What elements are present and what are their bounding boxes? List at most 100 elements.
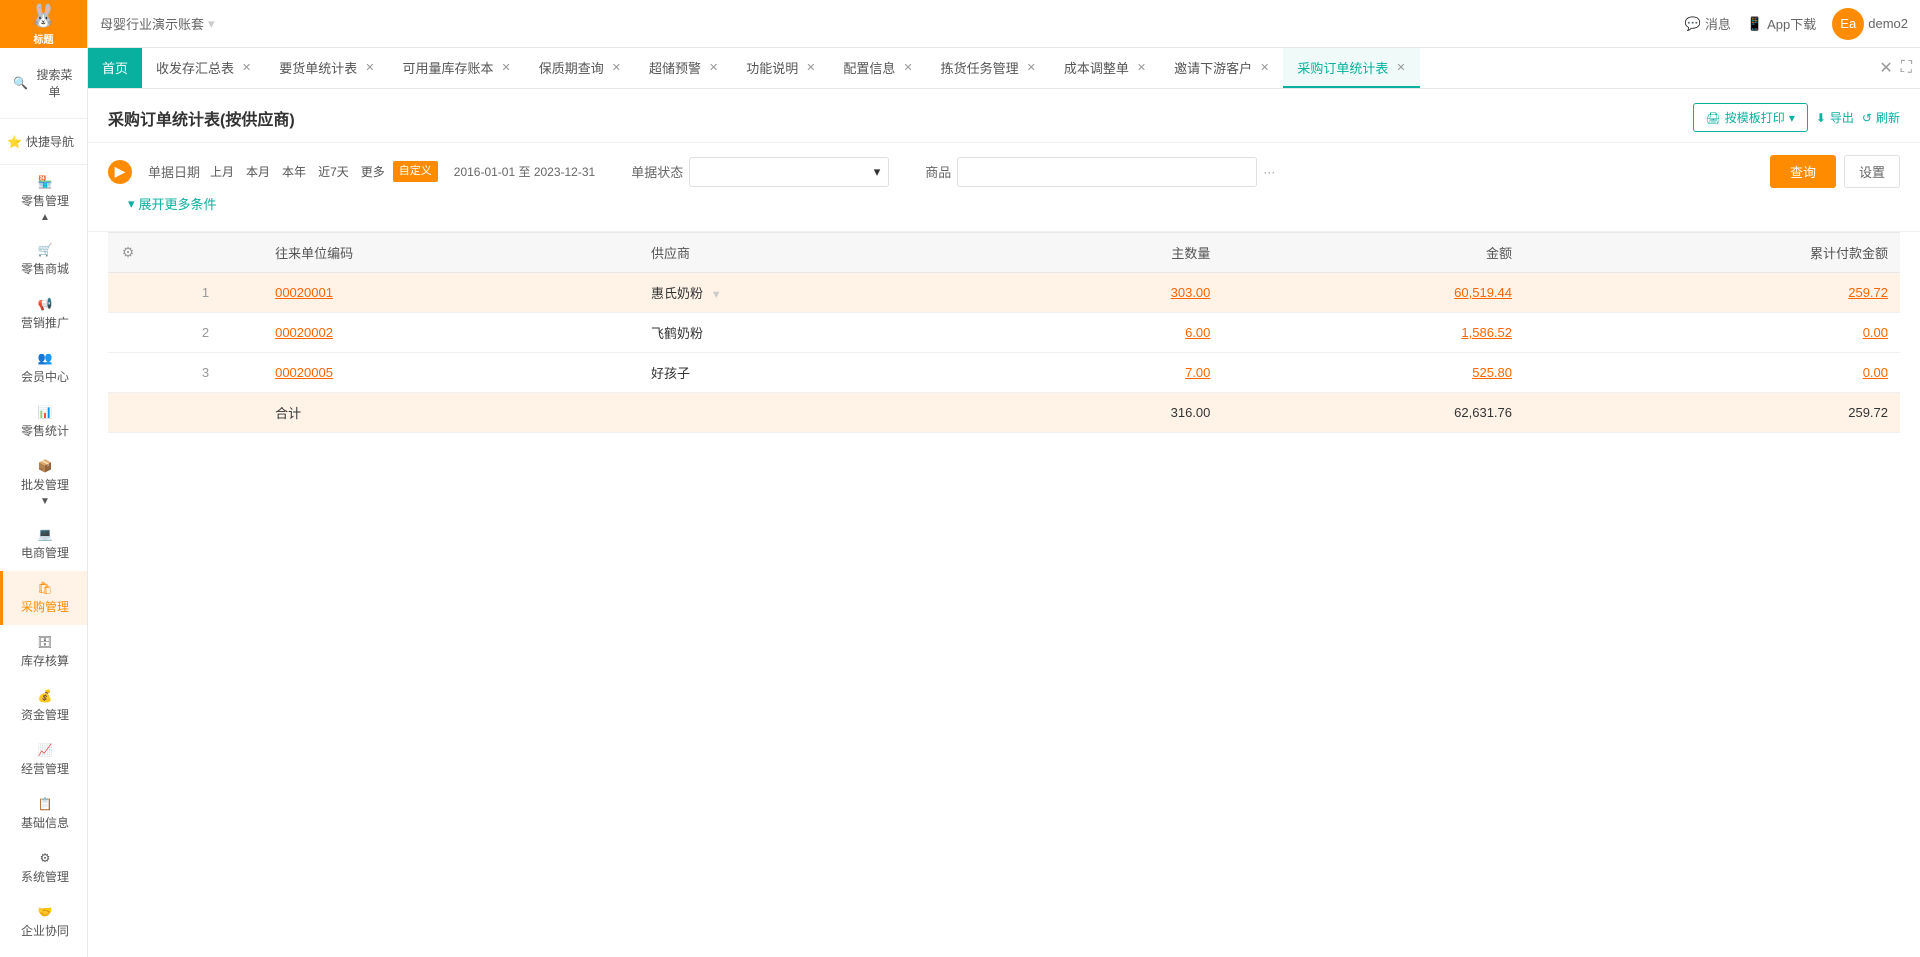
amount-link[interactable]: 1,586.52 xyxy=(1461,325,1512,340)
tab-close-icon[interactable]: ✕ xyxy=(806,61,815,74)
sidebar-item-retail-mgmt[interactable]: 🏪 零售管理 ▲ xyxy=(0,165,87,233)
sidebar-item-basic-info[interactable]: 📋 基础信息 xyxy=(0,787,87,841)
goods-input[interactable] xyxy=(957,157,1257,187)
row-index: 3 xyxy=(148,353,263,393)
sidebar-item-operations[interactable]: 📈 经营管理 xyxy=(0,733,87,787)
tab-close-icon[interactable]: ✕ xyxy=(502,61,511,74)
paid-amount-link[interactable]: 259.72 xyxy=(1848,285,1888,300)
breadcrumb: 母婴行业演示账套 ▾ xyxy=(100,14,215,33)
message-icon: 💬 xyxy=(1685,16,1701,32)
sidebar-item-wholesale[interactable]: 📦 批发管理 ▼ xyxy=(0,449,87,517)
tab-close-all-btn[interactable]: ✕ xyxy=(1879,58,1892,78)
sidebar-item-marketing[interactable]: 📢 营销推广 xyxy=(0,287,87,341)
sidebar-item-members[interactable]: 👥 会员中心 xyxy=(0,341,87,395)
tab-invite-downstream[interactable]: 邀请下游客户 ✕ xyxy=(1160,48,1283,88)
tab-home[interactable]: 首页 xyxy=(88,48,142,88)
app-download-btn[interactable]: 📱 App下载 xyxy=(1747,14,1816,33)
filter-expand-btn[interactable]: ▾ 展开更多条件 xyxy=(108,188,1900,219)
main-qty-link[interactable]: 303.00 xyxy=(1171,285,1211,300)
paid-amount-cell: 0.00 xyxy=(1524,353,1900,393)
sidebar-item-finance[interactable]: 💰 资金管理 xyxy=(0,679,87,733)
sidebar-item-inventory[interactable]: 🗄 库存核算 xyxy=(0,625,87,679)
settings-button[interactable]: 设置 xyxy=(1844,155,1900,188)
select-arrow-icon: ▾ xyxy=(874,164,881,180)
date-btn-more[interactable]: 更多 xyxy=(357,161,389,182)
table-row: 3 00020005 好孩子 7.00 525.80 xyxy=(108,353,1900,393)
date-btn-last-month[interactable]: 上月 xyxy=(206,161,238,182)
sidebar-item-search[interactable]: 🔍 搜索菜单 xyxy=(6,56,81,110)
tab-function-desc[interactable]: 功能说明 ✕ xyxy=(732,48,829,88)
status-select[interactable]: ▾ xyxy=(689,157,889,187)
row-expand-icon: ▼ xyxy=(711,289,722,301)
tab-close-icon[interactable]: ✕ xyxy=(1027,61,1036,74)
filter-toggle-btn[interactable]: ▶ xyxy=(108,160,132,184)
sidebar-item-purchase[interactable]: 🛍 采购管理 xyxy=(0,571,87,625)
table-body: 1 00020001 惠氏奶粉 ▼ 303.00 xyxy=(108,273,1900,393)
sidebar-quicknav-label: 快捷导航 xyxy=(26,133,74,150)
topbar: 母婴行业演示账套 ▾ 💬 消息 📱 App下载 Ea demo2 xyxy=(88,0,1920,48)
tab-expiry-query[interactable]: 保质期查询 ✕ xyxy=(525,48,635,88)
print-button[interactable]: 🖨 按模板打印 ▾ xyxy=(1693,103,1808,132)
supplier-code-link[interactable]: 00020005 xyxy=(275,365,333,380)
download-icon: 📱 xyxy=(1747,16,1763,32)
sidebar-item-system[interactable]: ⚙ 系统管理 xyxy=(0,841,87,895)
amount-cell: 60,519.44 xyxy=(1222,273,1524,313)
col-index xyxy=(148,233,263,273)
date-btn-this-month[interactable]: 本月 xyxy=(242,161,274,182)
message-btn[interactable]: 💬 消息 xyxy=(1685,14,1731,33)
tab-overstock-warning[interactable]: 超储预警 ✕ xyxy=(635,48,732,88)
tab-close-active-icon[interactable]: ✕ xyxy=(1396,61,1405,74)
tab-config-info[interactable]: 配置信息 ✕ xyxy=(829,48,926,88)
paid-amount-link[interactable]: 0.00 xyxy=(1863,365,1888,380)
sidebar-item-retail-stats[interactable]: 📊 零售统计 xyxy=(0,395,87,449)
supplier-code-link[interactable]: 00020001 xyxy=(275,285,333,300)
tab-close-icon[interactable]: ✕ xyxy=(242,61,251,74)
date-range-display: 2016-01-01 至 2023-12-31 xyxy=(454,163,595,180)
tab-close-icon[interactable]: ✕ xyxy=(365,61,374,74)
more-options-icon[interactable]: ··· xyxy=(1263,165,1275,179)
date-btn-this-year[interactable]: 本年 xyxy=(278,161,310,182)
main-qty-link[interactable]: 7.00 xyxy=(1185,365,1210,380)
col-supplier-name: 供应商 xyxy=(639,233,987,273)
tab-order-stats[interactable]: 要货单统计表 ✕ xyxy=(265,48,388,88)
table-row: 2 00020002 飞鹤奶粉 6.00 1,586.52 xyxy=(108,313,1900,353)
amount-link[interactable]: 525.80 xyxy=(1472,365,1512,380)
tab-close-icon[interactable]: ✕ xyxy=(903,61,912,74)
column-settings-icon[interactable]: ⚙ xyxy=(122,244,135,260)
supplier-code-link[interactable]: 00020002 xyxy=(275,325,333,340)
sidebar-item-collab[interactable]: 🤝 企业协同 xyxy=(0,895,87,949)
arrow-icon: ▲ xyxy=(40,212,50,223)
search-button[interactable]: 查询 xyxy=(1770,155,1836,188)
col-supplier-code: 往来单位编码 xyxy=(263,233,639,273)
row-checkbox-cell xyxy=(108,273,148,313)
filter-date-item: 单据日期 上月 本月 本年 近7天 更多 自定义 xyxy=(148,161,438,182)
sidebar-item-ecommerce[interactable]: 💻 电商管理 xyxy=(0,517,87,571)
main-qty-cell: 303.00 xyxy=(987,273,1222,313)
refresh-button[interactable]: ↺ 刷新 xyxy=(1862,109,1900,126)
tab-maximize-btn[interactable]: ⛶ xyxy=(1901,59,1912,77)
tab-close-icon[interactable]: ✕ xyxy=(1260,61,1269,74)
date-preset-btns: 上月 本月 本年 近7天 更多 自定义 xyxy=(206,161,438,182)
date-btn-7days[interactable]: 近7天 xyxy=(314,161,353,182)
basic-info-icon: 📋 xyxy=(38,797,53,811)
page-inner: 采购订单统计表(按供应商) 🖨 按模板打印 ▾ ⬇ 导出 ↺ 刷新 xyxy=(88,89,1920,957)
col-settings[interactable]: ⚙ xyxy=(108,233,148,273)
tab-available-stock[interactable]: 可用量库存账本 ✕ xyxy=(388,48,524,88)
paid-amount-link[interactable]: 0.00 xyxy=(1863,325,1888,340)
sidebar-item-quicknav[interactable]: ⭐ 快捷导航 xyxy=(0,123,87,160)
sidebar-item-retail-mall[interactable]: 🛒 零售商城 xyxy=(0,233,87,287)
sidebar-item-guide[interactable]: 🎯 新手引导 xyxy=(0,949,87,957)
main-qty-link[interactable]: 6.00 xyxy=(1185,325,1210,340)
tab-purchase-order-stats[interactable]: 采购订单统计表 ✕ xyxy=(1283,48,1419,88)
amount-link[interactable]: 60,519.44 xyxy=(1454,285,1512,300)
tab-close-icon[interactable]: ✕ xyxy=(709,61,718,74)
tab-collect-summary[interactable]: 收发存汇总表 ✕ xyxy=(142,48,265,88)
tab-close-icon[interactable]: ✕ xyxy=(612,61,621,74)
tab-pick-task[interactable]: 拣货任务管理 ✕ xyxy=(927,48,1050,88)
table-header: ⚙ 往来单位编码 供应商 主数量 金额 累计付款金额 xyxy=(108,233,1900,273)
summary-label: 合计 xyxy=(263,393,639,433)
user-menu[interactable]: Ea demo2 xyxy=(1832,8,1908,40)
tab-close-icon[interactable]: ✕ xyxy=(1137,61,1146,74)
export-button[interactable]: ⬇ 导出 xyxy=(1816,109,1854,126)
tab-cost-adjust[interactable]: 成本调整单 ✕ xyxy=(1050,48,1160,88)
